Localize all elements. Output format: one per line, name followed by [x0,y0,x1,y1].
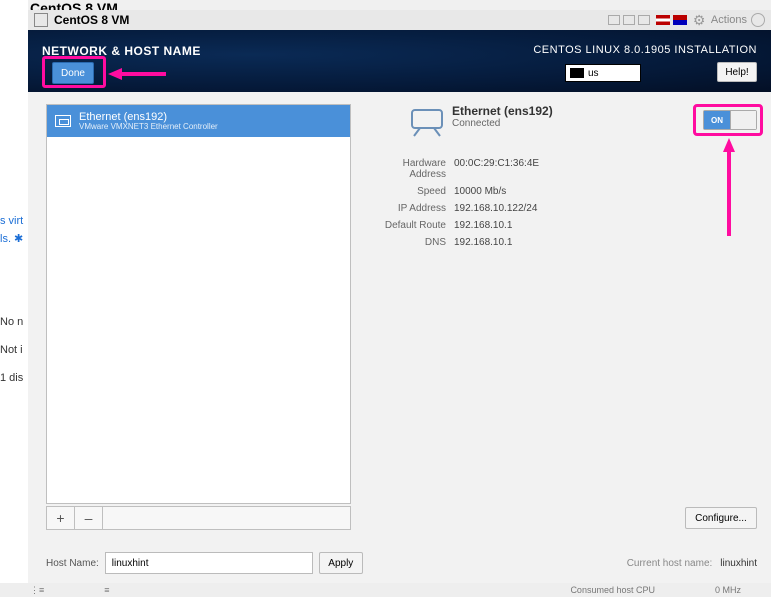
bg-text: s virt [0,215,23,227]
interface-add-remove-bar: + – [46,506,351,530]
prop-value: 192.168.10.1 [454,237,512,248]
vm-icon [34,13,48,27]
window-button[interactable] [608,15,620,25]
interfaces-list: Ethernet (ens192) VMware VMXNET3 Etherne… [46,104,351,504]
bg-text: Not i [0,344,23,356]
configure-button[interactable]: Configure... [685,507,757,529]
bg-text: 1 dis [0,372,23,384]
interface-item[interactable]: Ethernet (ens192) VMware VMXNET3 Etherne… [47,105,350,137]
toggle-knob [730,111,756,129]
keyboard-icon [570,68,584,78]
current-hostname-value: linuxhint [720,558,757,569]
selected-interface-status: Connected [452,118,553,129]
hostname-row: Host Name: Apply Current host name: linu… [46,552,757,574]
help-button[interactable]: Help! [717,62,757,82]
window-titlebar: CentOS 8 VM ⚙ Actions [28,10,771,30]
prop-value: 00:0C:29:C1:36:4E [454,158,539,180]
installer-name: CENTOS LINUX 8.0.1905 INSTALLATION [533,44,757,56]
prop-label: DNS [368,237,446,248]
bg-text: ls. ✱ [0,232,23,245]
done-button[interactable]: Done [52,62,94,84]
ethernet-icon [55,115,71,127]
bg-text: ⋮≡ [30,585,44,596]
prop-label: IP Address [368,203,446,214]
actions-menu[interactable]: Actions [711,14,747,26]
window-button[interactable] [623,15,635,25]
interface-properties: Hardware Address 00:0C:29:C1:36:4E Speed 1… [368,158,757,248]
ethernet-large-icon [410,108,444,138]
apply-button[interactable]: Apply [319,552,363,574]
page-title: NETWORK & HOST NAME [42,44,201,58]
bg-text: Consumed host CPU [570,585,655,595]
current-hostname-label: Current host name: [627,558,713,569]
hostname-label: Host Name: [46,558,99,569]
flag-icon [673,15,687,25]
prop-label: Hardware Address [368,158,446,180]
interface-name: Ethernet (ens192) [79,111,218,123]
remove-interface-button[interactable]: – [75,507,103,529]
installer-header: NETWORK & HOST NAME CENTOS LINUX 8.0.190… [28,30,771,92]
hostname-input[interactable] [105,552,313,574]
selected-interface-name: Ethernet (ens192) [452,104,553,118]
close-icon[interactable] [751,13,765,27]
installer-body: Ethernet (ens192) VMware VMXNET3 Etherne… [28,92,771,597]
interface-toggle[interactable]: ON [703,110,757,130]
interface-driver: VMware VMXNET3 Ethernet Controller [79,123,218,132]
annotation-arrow-icon [108,66,168,82]
add-interface-button[interactable]: + [47,507,75,529]
flag-icon [656,15,670,25]
keyboard-layout-value: us [588,68,599,79]
prop-value: 192.168.10.122/24 [454,203,537,214]
background-sidebar: s virt ls. ✱ No n Not i 1 dis [0,0,28,597]
window-button[interactable] [638,15,650,25]
prop-label: Speed [368,186,446,197]
installer-screen: NETWORK & HOST NAME CENTOS LINUX 8.0.190… [28,30,771,597]
bg-text: No n [0,316,23,328]
bg-text: ≡ [104,585,109,595]
window-title: CentOS 8 VM [54,13,129,27]
gear-icon[interactable]: ⚙ [693,13,707,27]
toggle-on-label: ON [704,111,730,129]
background-statusbar: ⋮≡ ≡ Consumed host CPU 0 MHz [0,583,771,597]
prop-value: 10000 Mb/s [454,186,506,197]
interface-details: Ethernet (ens192) Connected ON Hardware … [368,104,757,504]
prop-value: 192.168.10.1 [454,220,512,231]
bg-text: 0 MHz [715,585,741,595]
keyboard-layout-indicator[interactable]: us [565,64,641,82]
prop-label: Default Route [368,220,446,231]
